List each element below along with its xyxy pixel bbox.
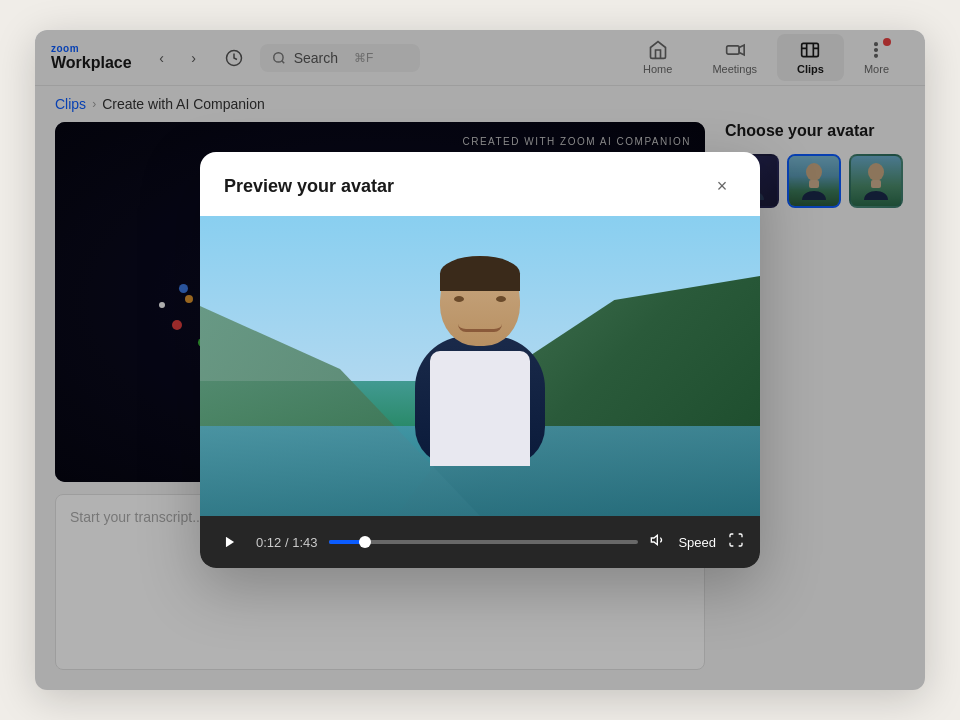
modal-video-area <box>200 216 760 516</box>
modal-head <box>440 256 520 346</box>
progress-fill <box>329 540 365 544</box>
landscape-background <box>200 216 760 516</box>
fullscreen-button[interactable] <box>728 532 744 552</box>
app-window: zoom Workplace ‹ › Search ⌘F <box>35 30 925 690</box>
modal-controls: 0:12 / 1:43 Speed <box>200 516 760 568</box>
play-button[interactable] <box>216 528 244 556</box>
speed-button[interactable]: Speed <box>678 535 716 550</box>
modal-body <box>415 336 545 466</box>
modal-hair <box>440 256 520 291</box>
right-eye <box>496 296 506 302</box>
time-display: 0:12 / 1:43 <box>256 535 317 550</box>
mouth <box>458 324 502 332</box>
volume-button[interactable] <box>650 532 666 552</box>
svg-marker-19 <box>226 537 234 548</box>
modal-close-button[interactable]: × <box>708 172 736 200</box>
left-eye <box>454 296 464 302</box>
modal-title: Preview your avatar <box>224 176 394 197</box>
svg-marker-20 <box>652 535 658 544</box>
modal-overlay: Preview your avatar × <box>35 30 925 690</box>
modal-person <box>390 256 570 516</box>
progress-thumb <box>359 536 371 548</box>
progress-track[interactable] <box>329 540 638 544</box>
total-time: 1:43 <box>292 535 317 550</box>
modal-shirt <box>430 351 530 466</box>
preview-modal: Preview your avatar × <box>200 152 760 568</box>
current-time: 0:12 <box>256 535 281 550</box>
modal-header: Preview your avatar × <box>200 152 760 216</box>
